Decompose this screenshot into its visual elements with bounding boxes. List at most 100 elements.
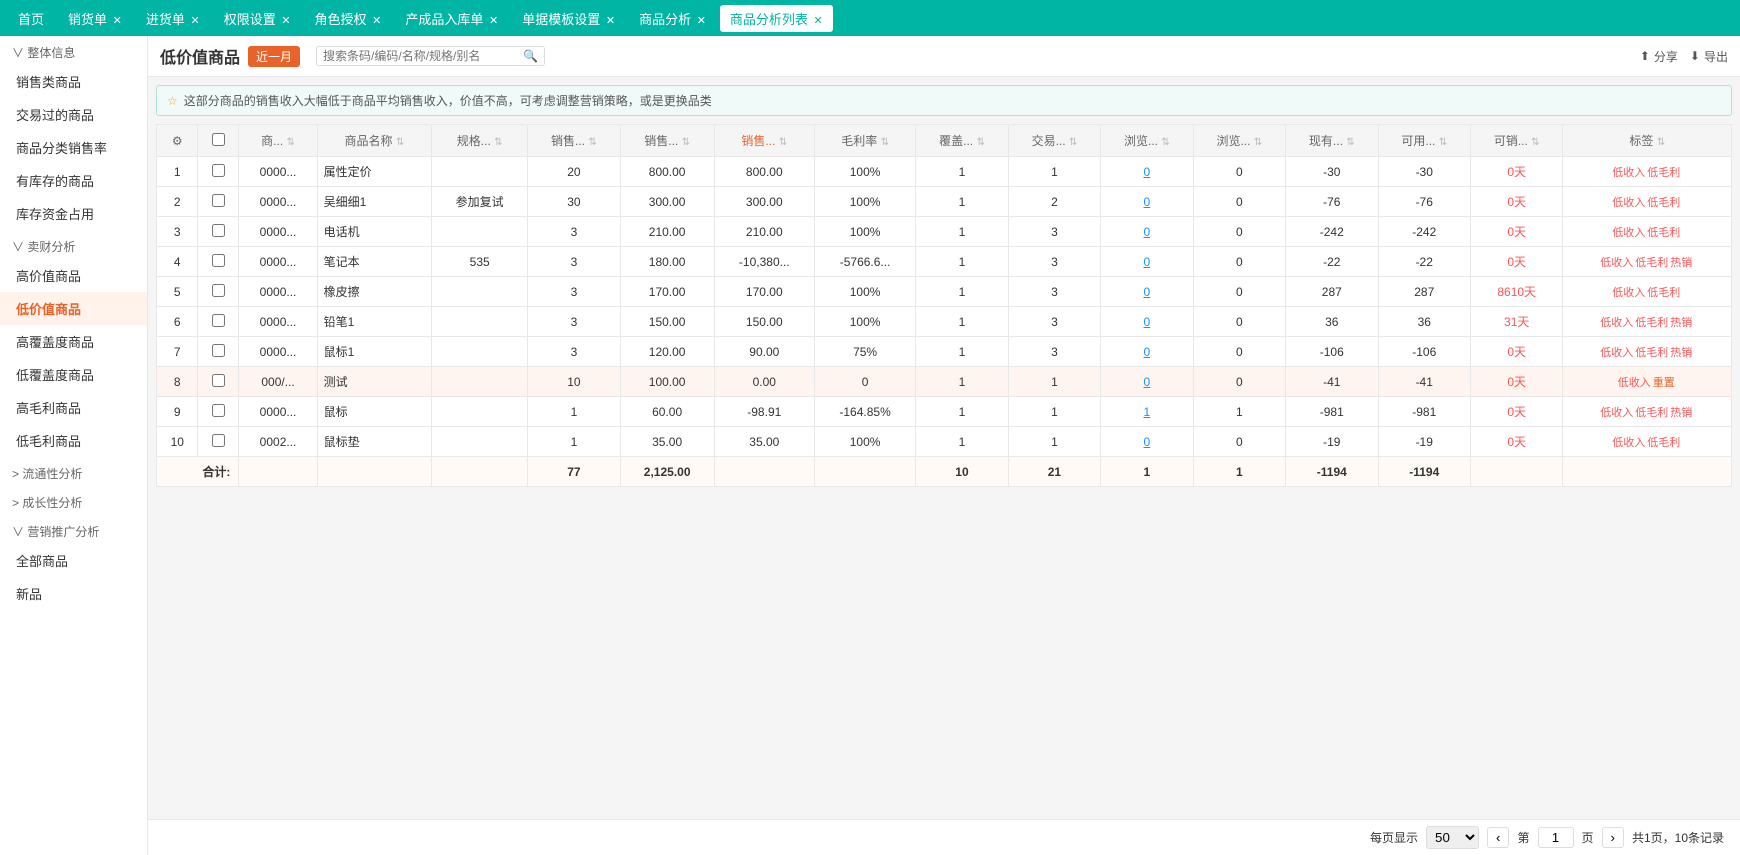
row-check[interactable] (198, 157, 239, 187)
page-input[interactable] (1538, 827, 1574, 848)
nav-goods-list[interactable]: 商品分析列表 ✕ (720, 5, 833, 32)
row-browse1[interactable]: 0 (1101, 427, 1193, 457)
col-browse1[interactable]: 浏览... ⇅ (1101, 125, 1193, 157)
row-check[interactable] (198, 427, 239, 457)
sidebar-item-low-coverage[interactable]: 低覆盖度商品 (0, 358, 147, 391)
search-input[interactable] (323, 49, 523, 63)
sidebar-item-high-profit[interactable]: 高毛利商品 (0, 391, 147, 424)
browse-link[interactable]: 0 (1144, 165, 1151, 179)
browse-link[interactable]: 0 (1144, 225, 1151, 239)
sidebar-item-traded-goods[interactable]: 交易过的商品 (0, 98, 147, 131)
col-trade[interactable]: 交易... ⇅ (1008, 125, 1100, 157)
col-code[interactable]: 商... ⇅ (239, 125, 317, 157)
nav-purchase-close[interactable]: ✕ (190, 15, 199, 27)
nav-sales-close[interactable]: ✕ (113, 15, 122, 27)
gear-icon[interactable]: ⚙ (172, 134, 183, 148)
col-days[interactable]: 可销... ⇅ (1470, 125, 1562, 157)
search-icon[interactable]: 🔍 (523, 49, 538, 63)
row-checkbox[interactable] (212, 374, 225, 387)
col-tags[interactable]: 标签 ⇅ (1563, 125, 1732, 157)
browse-link[interactable]: 0 (1144, 345, 1151, 359)
share-btn[interactable]: ⬆ 分享 (1640, 48, 1678, 65)
sidebar-item-capital[interactable]: 库存资金占用 (0, 197, 147, 230)
browse-link[interactable]: 0 (1144, 255, 1151, 269)
browse-link[interactable]: 1 (1144, 405, 1151, 419)
sidebar-item-all-goods[interactable]: 全部商品 (0, 544, 147, 577)
browse-link[interactable]: 0 (1144, 195, 1151, 209)
nav-product-in[interactable]: 产成品入库单 ✕ (395, 5, 508, 32)
col-cover[interactable]: 覆盖... ⇅ (916, 125, 1008, 157)
row-browse1[interactable]: 0 (1101, 337, 1193, 367)
row-check[interactable] (198, 217, 239, 247)
row-check[interactable] (198, 247, 239, 277)
row-browse1[interactable]: 0 (1101, 247, 1193, 277)
nav-goods-list-close[interactable]: ✕ (814, 15, 823, 27)
sidebar-group-flow[interactable]: > 流通性分析 (0, 457, 147, 486)
browse-link[interactable]: 0 (1144, 435, 1151, 449)
row-check[interactable] (198, 397, 239, 427)
row-stock1: -76 (1286, 187, 1378, 217)
row-checkbox[interactable] (212, 434, 225, 447)
row-check[interactable] (198, 187, 239, 217)
check-all[interactable] (212, 133, 225, 146)
col-s3[interactable]: 销售... ⇅ (714, 125, 814, 157)
row-checkbox[interactable] (212, 344, 225, 357)
sidebar-item-category-rate[interactable]: 商品分类销售率 (0, 131, 147, 164)
nav-template[interactable]: 单据模板设置 ✕ (512, 5, 625, 32)
row-checkbox[interactable] (212, 164, 225, 177)
sidebar-item-low-value[interactable]: 低价值商品 (0, 292, 147, 325)
row-browse1[interactable]: 1 (1101, 397, 1193, 427)
row-browse1[interactable]: 0 (1101, 277, 1193, 307)
col-gross[interactable]: 毛利率 ⇅ (814, 125, 915, 157)
col-stock1[interactable]: 现有... ⇅ (1286, 125, 1378, 157)
sidebar-item-low-profit[interactable]: 低毛利商品 (0, 424, 147, 457)
date-filter-btn[interactable]: 近一月 (248, 46, 300, 67)
row-browse1[interactable]: 0 (1101, 217, 1193, 247)
row-browse1[interactable]: 0 (1101, 307, 1193, 337)
sidebar-item-stock-goods[interactable]: 有库存的商品 (0, 164, 147, 197)
nav-role[interactable]: 角色授权 ✕ (305, 5, 392, 32)
browse-link[interactable]: 0 (1144, 315, 1151, 329)
export-btn[interactable]: ⬇ 导出 (1690, 48, 1728, 65)
row-browse1[interactable]: 0 (1101, 187, 1193, 217)
col-browse2[interactable]: 浏览... ⇅ (1193, 125, 1285, 157)
nav-permission-close[interactable]: ✕ (281, 15, 290, 27)
nav-home[interactable]: 首页 (8, 5, 54, 32)
col-name[interactable]: 商品名称 ⇅ (317, 125, 432, 157)
nav-template-close[interactable]: ✕ (606, 15, 615, 27)
col-stock2[interactable]: 可用... ⇅ (1378, 125, 1470, 157)
nav-purchase[interactable]: 进货单 ✕ (136, 5, 210, 32)
row-check[interactable] (198, 277, 239, 307)
col-s2[interactable]: 销售... ⇅ (620, 125, 714, 157)
sidebar-item-new-goods[interactable]: 新品 (0, 577, 147, 610)
page-next-btn[interactable]: › (1602, 827, 1624, 848)
row-browse1[interactable]: 0 (1101, 157, 1193, 187)
row-checkbox[interactable] (212, 254, 225, 267)
row-checkbox[interactable] (212, 284, 225, 297)
col-spec[interactable]: 规格... ⇅ (432, 125, 528, 157)
sidebar-item-high-coverage[interactable]: 高覆盖度商品 (0, 325, 147, 358)
row-checkbox[interactable] (212, 314, 225, 327)
nav-goods-analysis-close[interactable]: ✕ (697, 15, 706, 27)
sidebar-item-sales-goods[interactable]: 销售类商品 (0, 65, 147, 98)
page-first-btn[interactable]: ‹ (1487, 827, 1509, 848)
browse-link[interactable]: 0 (1144, 375, 1151, 389)
nav-sales[interactable]: 销货单 ✕ (58, 5, 132, 32)
row-check[interactable] (198, 337, 239, 367)
sidebar-item-high-value[interactable]: 高价值商品 (0, 259, 147, 292)
col-s1[interactable]: 销售... ⇅ (528, 125, 620, 157)
row-browse1[interactable]: 0 (1101, 367, 1193, 397)
nav-goods-analysis[interactable]: 商品分析 ✕ (629, 5, 716, 32)
row-checkbox[interactable] (212, 224, 225, 237)
nav-product-in-close[interactable]: ✕ (489, 15, 498, 27)
browse-link[interactable]: 0 (1144, 285, 1151, 299)
col-gear[interactable]: ⚙ (157, 125, 198, 157)
row-checkbox[interactable] (212, 194, 225, 207)
page-size-select[interactable]: 50 100 200 (1426, 826, 1479, 849)
row-check[interactable] (198, 307, 239, 337)
row-checkbox[interactable] (212, 404, 225, 417)
row-check[interactable] (198, 367, 239, 397)
sidebar-group-growth[interactable]: > 成长性分析 (0, 486, 147, 515)
nav-permission[interactable]: 权限设置 ✕ (214, 5, 301, 32)
nav-role-close[interactable]: ✕ (372, 15, 381, 27)
